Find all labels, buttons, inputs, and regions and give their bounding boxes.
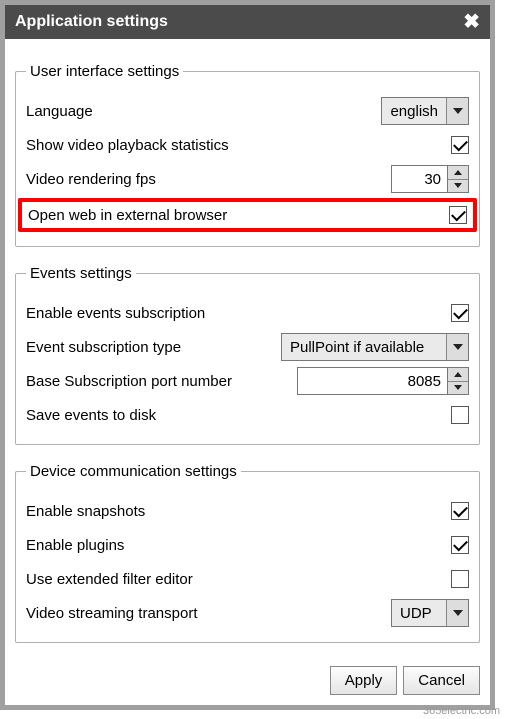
chevron-down-icon	[454, 183, 462, 188]
row-show-stats: Show video playback statistics	[26, 128, 469, 162]
row-streaming-transport: Video streaming transport UDP	[26, 596, 469, 630]
enable-subscription-label: Enable events subscription	[26, 305, 451, 322]
open-web-checkbox[interactable]	[449, 206, 467, 224]
save-events-checkbox[interactable]	[451, 406, 469, 424]
window-title: Application settings	[15, 13, 168, 31]
row-base-port: Base Subscription port number	[26, 364, 469, 398]
language-select[interactable]: english	[381, 97, 469, 125]
fps-input[interactable]	[391, 165, 447, 193]
enable-subscription-checkbox[interactable]	[451, 304, 469, 322]
row-enable-snapshots: Enable snapshots	[26, 494, 469, 528]
chevron-down-icon[interactable]	[446, 98, 468, 124]
subscription-type-value: PullPoint if available	[282, 334, 446, 360]
fps-step-down[interactable]	[448, 180, 468, 193]
streaming-transport-select[interactable]: UDP	[391, 599, 469, 627]
row-enable-subscription: Enable events subscription	[26, 296, 469, 330]
group-ui-settings: User interface settings Language english…	[15, 63, 480, 247]
show-stats-label: Show video playback statistics	[26, 137, 451, 154]
group-events-legend: Events settings	[26, 265, 136, 282]
fps-label: Video rendering fps	[26, 171, 391, 188]
extended-filter-checkbox[interactable]	[451, 570, 469, 588]
enable-plugins-label: Enable plugins	[26, 537, 451, 554]
row-enable-plugins: Enable plugins	[26, 528, 469, 562]
row-extended-filter: Use extended filter editor	[26, 562, 469, 596]
group-device-legend: Device communication settings	[26, 463, 241, 480]
base-port-step-up[interactable]	[448, 368, 468, 382]
chevron-down-icon[interactable]	[446, 334, 468, 360]
fps-stepper[interactable]	[391, 165, 469, 193]
language-value: english	[382, 98, 446, 124]
base-port-label: Base Subscription port number	[26, 373, 297, 390]
base-port-step-down[interactable]	[448, 382, 468, 395]
chevron-down-icon[interactable]	[446, 600, 468, 626]
settings-window: Application settings ✖ User interface se…	[0, 0, 495, 710]
apply-button[interactable]: Apply	[330, 666, 398, 695]
row-language: Language english	[26, 94, 469, 128]
save-events-label: Save events to disk	[26, 407, 451, 424]
cancel-button[interactable]: Cancel	[403, 666, 480, 695]
enable-plugins-checkbox[interactable]	[451, 536, 469, 554]
show-stats-checkbox[interactable]	[451, 136, 469, 154]
group-ui-legend: User interface settings	[26, 63, 183, 80]
subscription-type-select[interactable]: PullPoint if available	[281, 333, 469, 361]
enable-snapshots-checkbox[interactable]	[451, 502, 469, 520]
close-icon[interactable]: ✖	[463, 12, 480, 32]
row-subscription-type: Event subscription type PullPoint if ava…	[26, 330, 469, 364]
chevron-down-icon	[454, 385, 462, 390]
group-events-settings: Events settings Enable events subscripti…	[15, 265, 480, 445]
titlebar: Application settings ✖	[5, 5, 490, 39]
streaming-transport-value: UDP	[392, 600, 446, 626]
row-open-web-external: Open web in external browser	[18, 198, 477, 232]
row-fps: Video rendering fps	[26, 162, 469, 196]
streaming-transport-label: Video streaming transport	[26, 605, 391, 622]
enable-snapshots-label: Enable snapshots	[26, 503, 451, 520]
language-label: Language	[26, 103, 381, 120]
row-save-events-disk: Save events to disk	[26, 398, 469, 432]
subscription-type-label: Event subscription type	[26, 339, 281, 356]
open-web-label: Open web in external browser	[28, 207, 449, 224]
extended-filter-label: Use extended filter editor	[26, 571, 451, 588]
chevron-up-icon	[454, 170, 462, 175]
watermark-text: 365electric.com	[423, 705, 500, 717]
dialog-footer: Apply Cancel	[5, 656, 490, 705]
base-port-stepper[interactable]	[297, 367, 469, 395]
base-port-input[interactable]	[297, 367, 447, 395]
fps-step-up[interactable]	[448, 166, 468, 180]
group-device-settings: Device communication settings Enable sna…	[15, 463, 480, 643]
content-area: User interface settings Language english…	[5, 39, 490, 656]
chevron-up-icon	[454, 372, 462, 377]
